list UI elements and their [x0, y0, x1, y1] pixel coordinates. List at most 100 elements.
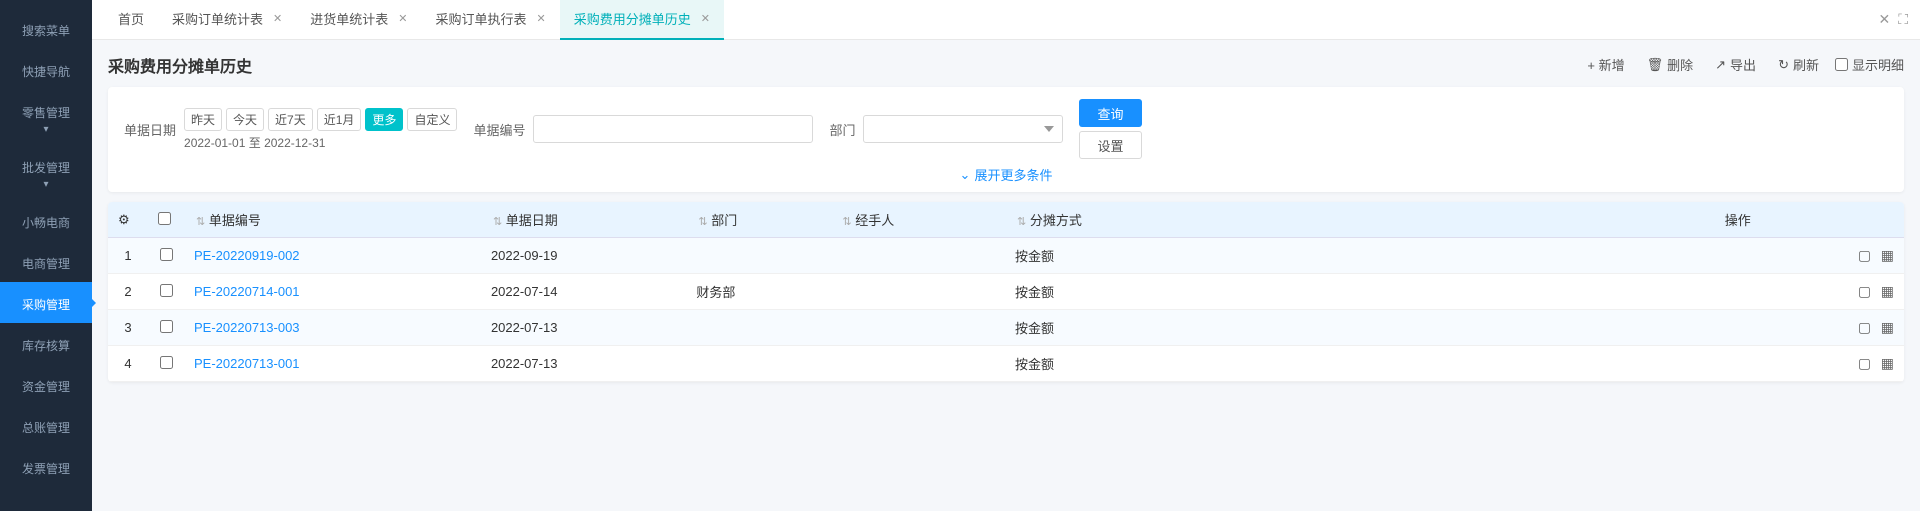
cell-dept [686, 238, 830, 274]
sidebar-item-mobile-ecom[interactable]: 小畅电商 [0, 200, 92, 241]
edit-icon[interactable]: ▢ [1858, 355, 1871, 371]
row-num: 2 [108, 274, 148, 310]
tab-purchase-cost-history[interactable]: 采购费用分摊单历史 ✕ [560, 0, 724, 40]
expand-conditions-button[interactable]: ⌄ 展开更多条件 [960, 165, 1053, 184]
gear-icon[interactable]: ⚙ [118, 212, 130, 227]
row-num: 1 [108, 238, 148, 274]
th-ops: 操作 [1715, 202, 1904, 238]
cell-doc-no: PE-20220919-002 [184, 238, 481, 274]
close-window-icon[interactable]: ✕ [1878, 11, 1890, 28]
cell-doc-date: 2022-07-14 [481, 274, 686, 310]
cell-ops: ▢ ▦ [1715, 310, 1904, 346]
sidebar-item-quick-nav[interactable]: 快捷导航 [0, 49, 92, 90]
search-panel: 单据日期 昨天 今天 近7天 近1月 更多 自定义 2022-01-01 至 2… [108, 87, 1904, 192]
tab-bar-actions: ✕ ⛶ [1878, 11, 1908, 28]
edit-icon[interactable]: ▢ [1858, 319, 1871, 335]
row-checkbox-cell [148, 238, 184, 274]
cell-doc-no: PE-20220713-003 [184, 310, 481, 346]
date-range-text: 2022-01-01 至 2022-12-31 [184, 134, 457, 151]
date-btn-today[interactable]: 今天 [226, 108, 264, 131]
edit-icon[interactable]: ▢ [1858, 247, 1871, 263]
more-ops-icon[interactable]: ▦ [1881, 283, 1894, 299]
page-header: 采购费用分摊单历史 + 新增 🗑 删除 ↗ 导出 ↻ 刷新 [108, 52, 1904, 77]
cell-split-method: 按金额 [1005, 274, 1715, 310]
doc-no-link[interactable]: PE-20220713-001 [194, 356, 300, 371]
row-checkbox[interactable] [160, 320, 173, 333]
chevron-down-icon: ⌄ [960, 167, 971, 183]
refresh-icon: ↻ [1778, 57, 1789, 73]
doc-no-link[interactable]: PE-20220714-001 [194, 284, 300, 299]
sidebar-item-inventory[interactable]: 库存核算 [0, 323, 92, 364]
doc-no-input[interactable] [533, 115, 813, 143]
dept-label: 部门 [829, 120, 855, 139]
sort-icon-handler: ⇅ [842, 216, 851, 228]
display-cols-checkbox[interactable] [1835, 58, 1848, 71]
more-ops-icon[interactable]: ▦ [1881, 319, 1894, 335]
date-label: 单据日期 [124, 120, 176, 139]
date-btn-1month[interactable]: 近1月 [317, 108, 362, 131]
sidebar-item-invoice-mgmt[interactable]: 发票管理 [0, 446, 92, 487]
sidebar-item-wholesale-mgmt[interactable]: 批发管理 ▾ [0, 145, 92, 200]
date-btn-more[interactable]: 更多 [365, 108, 403, 131]
th-doc-no[interactable]: ⇅ 单据编号 [184, 202, 481, 238]
tab-close-purchase-order-stats[interactable]: ✕ [273, 12, 282, 25]
sidebar-item-retail-mgmt[interactable]: 零售管理 ▾ [0, 90, 92, 145]
doc-no-link[interactable]: PE-20220713-003 [194, 320, 300, 335]
sidebar-item-general-ledger[interactable]: 总账管理 [0, 405, 92, 446]
tab-purchase-order-exec[interactable]: 采购订单执行表 ✕ [421, 0, 559, 40]
row-checkbox-cell [148, 310, 184, 346]
tab-close-purchase-order-exec[interactable]: ✕ [537, 12, 546, 25]
th-doc-date[interactable]: ⇅ 单据日期 [481, 202, 686, 238]
table-header-row: ⚙ ⇅ 单据编号 ⇅ 单据日期 [108, 202, 1904, 238]
edit-icon[interactable]: ▢ [1858, 283, 1871, 299]
date-btn-7days[interactable]: 近7天 [268, 108, 313, 131]
doc-no-link[interactable]: PE-20220919-002 [194, 248, 300, 263]
row-checkbox[interactable] [160, 248, 173, 261]
delete-icon: 🗑 [1647, 57, 1664, 73]
setting-button[interactable]: 设置 [1079, 131, 1141, 159]
export-button[interactable]: ↗ 导出 [1709, 52, 1762, 77]
export-icon: ↗ [1715, 57, 1726, 73]
row-checkbox[interactable] [160, 356, 173, 369]
sidebar-item-finance-mgmt[interactable]: 资金管理 [0, 364, 92, 405]
display-cols-toggle[interactable]: 显示明细 [1835, 55, 1904, 74]
select-all-checkbox[interactable] [158, 212, 171, 225]
doc-no-search-field: 单据编号 [473, 115, 813, 143]
tab-close-incoming-stats[interactable]: ✕ [398, 12, 407, 25]
th-checkbox [148, 202, 184, 238]
more-ops-icon[interactable]: ▦ [1881, 247, 1894, 263]
sort-icon-doc-date: ⇅ [493, 216, 502, 228]
query-button[interactable]: 查询 [1079, 99, 1141, 127]
sidebar-item-search-menu[interactable]: 搜索菜单 [0, 8, 92, 49]
doc-no-label: 单据编号 [473, 120, 525, 139]
dept-search-field: 部门 财务部 [829, 115, 1063, 143]
tab-bar: 首页 采购订单统计表 ✕ 进货单统计表 ✕ 采购订单执行表 ✕ 采购费用分摊单历… [92, 0, 1920, 40]
delete-button[interactable]: 🗑 删除 [1641, 52, 1700, 77]
add-button[interactable]: + 新增 [1581, 52, 1630, 77]
cell-split-method: 按金额 [1005, 238, 1715, 274]
th-dept[interactable]: ⇅ 部门 [686, 202, 830, 238]
expand-row: ⌄ 展开更多条件 [124, 165, 1888, 184]
sidebar: 搜索菜单 快捷导航 零售管理 ▾ 批发管理 ▾ 小畅电商 电商管理 采购管理 库… [0, 0, 92, 511]
tab-close-purchase-cost-history[interactable]: ✕ [701, 12, 710, 25]
row-checkbox[interactable] [160, 284, 173, 297]
main-area: 首页 采购订单统计表 ✕ 进货单统计表 ✕ 采购订单执行表 ✕ 采购费用分摊单历… [92, 0, 1920, 511]
tab-purchase-order-stats[interactable]: 采购订单统计表 ✕ [158, 0, 296, 40]
maximize-window-icon[interactable]: ⛶ [1898, 11, 1908, 28]
cell-split-method: 按金额 [1005, 310, 1715, 346]
more-ops-icon[interactable]: ▦ [1881, 355, 1894, 371]
page-title: 采购费用分摊单历史 [108, 53, 252, 77]
table-row: 4 PE-20220713-001 2022-07-13 按金额 ▢ ▦ [108, 346, 1904, 382]
dept-select[interactable]: 财务部 [863, 115, 1063, 143]
th-gear[interactable]: ⚙ [108, 202, 148, 238]
tab-incoming-stats[interactable]: 进货单统计表 ✕ [296, 0, 421, 40]
th-split-method[interactable]: ⇅ 分摊方式 [1005, 202, 1715, 238]
sidebar-item-purchase-mgmt[interactable]: 采购管理 [0, 282, 92, 323]
cell-ops: ▢ ▦ [1715, 238, 1904, 274]
refresh-button[interactable]: ↻ 刷新 [1772, 52, 1825, 77]
tab-home[interactable]: 首页 [104, 0, 158, 40]
sidebar-item-ecom-mgmt[interactable]: 电商管理 [0, 241, 92, 282]
date-btn-yesterday[interactable]: 昨天 [184, 108, 222, 131]
date-btn-custom[interactable]: 自定义 [407, 108, 457, 131]
th-handler[interactable]: ⇅ 经手人 [830, 202, 1005, 238]
